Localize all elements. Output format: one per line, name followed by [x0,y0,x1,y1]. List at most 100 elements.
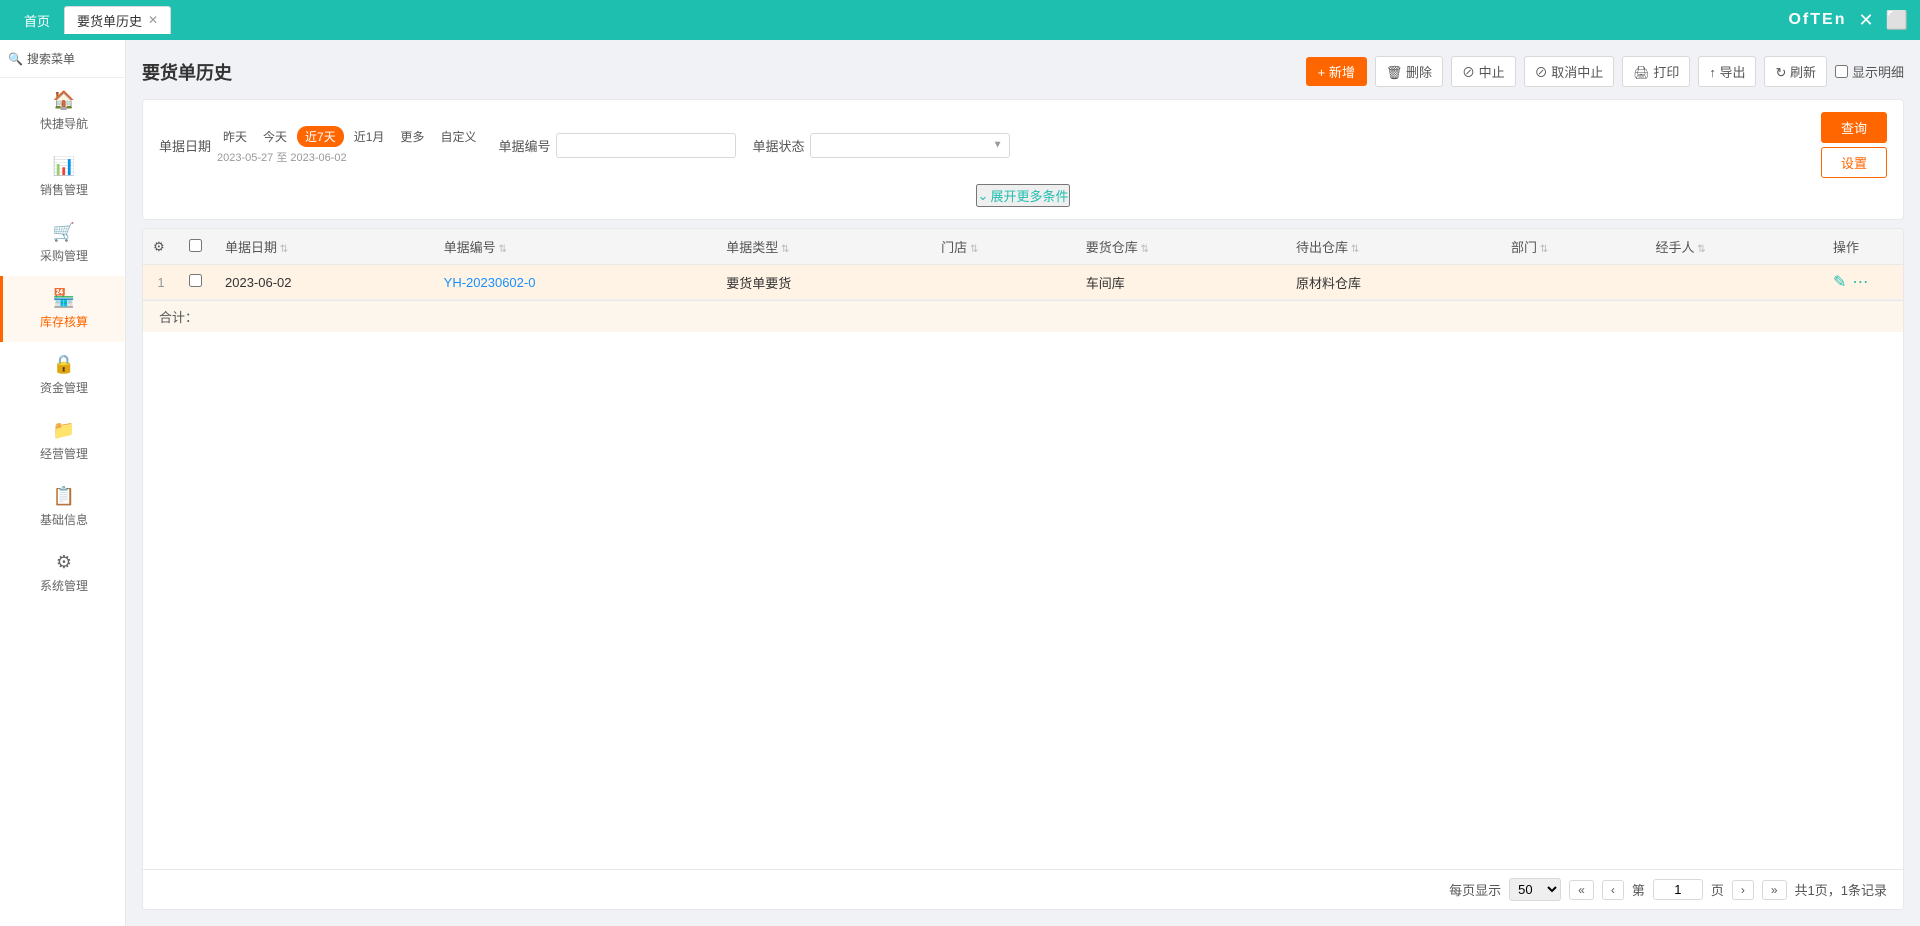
last-page-button[interactable]: » [1762,880,1787,900]
content-area: 要货单历史 + 新增 🗑 删除 ⊘ 中止 ⊘ 取消中止 🖨 打印 ↑ 导出 ↻ … [126,40,1920,926]
show-detail-input[interactable] [1835,65,1848,78]
table-body: 1 2023-06-02 YH-20230602-0 要货单要货 车间库 原材料… [143,265,1903,300]
row-select-checkbox[interactable] [189,274,202,287]
page-size-label: 每页显示 [1449,880,1501,899]
close-window-icon[interactable]: ✕ [1858,10,1873,31]
bill-no-link[interactable]: YH-20230602-0 [444,275,536,290]
top-bar-right: OfTEn ✕ ⬜ [1788,10,1908,31]
col-req-warehouse[interactable]: 要货仓库 [1076,229,1286,265]
tab-close-icon[interactable]: ✕ [148,13,158,27]
prev-page-button[interactable]: ‹ [1602,880,1624,900]
basic-icon: 📋 [53,486,75,507]
new-button[interactable]: + 新增 [1306,57,1367,86]
date-filter-item: 单据日期 昨天 今天 近7天 近1月 更多 自定义 2 [159,126,482,165]
filter-row: 单据日期 昨天 今天 近7天 近1月 更多 自定义 2 [159,112,1887,178]
chevron-down-icon: ⌄ [978,188,989,204]
page-title-row: 要货单历史 + 新增 🗑 删除 ⊘ 中止 ⊘ 取消中止 🖨 打印 ↑ 导出 ↻ … [142,56,1904,87]
col-bill-no[interactable]: 单据编号 [434,229,717,265]
maximize-window-icon[interactable]: ⬜ [1886,10,1908,31]
sidebar-item-inventory[interactable]: 🏪 库存核算 [0,276,125,342]
expand-button[interactable]: ⌄ 展开更多条件 [976,184,1071,207]
pagination-bar: 每页显示 50 100 « ‹ 第 页 › » 共1页，1条记录 [143,869,1903,909]
sidebar: 🔍 搜索菜单 🏠 快捷导航 📊 销售管理 🛒 采购管理 🏪 库存核算 🔒 [0,40,126,926]
cancel-stop-button[interactable]: ⊘ 取消中止 [1524,56,1615,87]
sidebar-item-basic[interactable]: 📋 基础信息 [0,474,125,540]
inventory-icon: 🏪 [53,288,75,309]
date-btn-today[interactable]: 今天 [257,126,293,147]
date-btn-yesterday[interactable]: 昨天 [217,126,253,147]
tab-yaohuodan[interactable]: 要货单历史 ✕ [64,6,171,34]
sidebar-item-quicknav[interactable]: 🏠 快捷导航 [0,78,125,144]
sidebar-search[interactable]: 🔍 搜索菜单 [0,40,125,78]
tab-yaohuodan-label: 要货单历史 [77,11,142,30]
filter-section: 单据日期 昨天 今天 近7天 近1月 更多 自定义 2 [142,99,1904,220]
sidebar-item-system-label: 系统管理 [40,577,88,594]
row-checkbox[interactable] [179,265,215,300]
row-pending-warehouse: 原材料仓库 [1286,265,1501,300]
sidebar-item-finance[interactable]: 🔒 资金管理 [0,342,125,408]
sidebar-item-sales[interactable]: 📊 销售管理 [0,144,125,210]
col-date[interactable]: 单据日期 [215,229,434,265]
date-buttons: 昨天 今天 近7天 近1月 更多 自定义 [217,126,482,147]
page-size-select[interactable]: 50 100 [1509,878,1561,901]
sidebar-item-system[interactable]: ⚙ 系统管理 [0,540,125,606]
table-wrap: ⚙ 单据日期 单据编号 单据类型 门店 要货仓库 待出仓库 部门 经手人 操作 [142,228,1904,910]
sidebar-item-operations[interactable]: 📁 经营管理 [0,408,125,474]
status-select-wrap [810,133,1010,158]
row-num: 1 [143,265,179,300]
table-spacer [143,332,1903,869]
first-page-button[interactable]: « [1569,880,1594,900]
date-btn-more[interactable]: 更多 [394,126,430,147]
sidebar-item-purchase[interactable]: 🛒 采购管理 [0,210,125,276]
col-store[interactable]: 门店 [931,229,1076,265]
date-btn-custom[interactable]: 自定义 [434,126,482,147]
date-filter-label: 单据日期 [159,136,211,155]
sidebar-item-finance-label: 资金管理 [40,379,88,396]
delete-button[interactable]: 🗑 删除 [1375,56,1443,87]
sidebar-item-basic-label: 基础信息 [40,511,88,528]
bill-no-input[interactable] [556,133,736,158]
select-all-checkbox[interactable] [189,239,202,252]
next-page-button[interactable]: › [1732,880,1754,900]
page-content: 要货单历史 + 新增 🗑 删除 ⊘ 中止 ⊘ 取消中止 🖨 打印 ↑ 导出 ↻ … [126,40,1920,926]
tab-home[interactable]: 首页 [12,6,62,34]
print-button[interactable]: 🖨 打印 [1622,56,1690,87]
query-button[interactable]: 查询 [1821,112,1887,143]
col-handler[interactable]: 经手人 [1646,229,1824,265]
date-range-display: 2023-05-27 至 2023-06-02 [217,149,482,165]
col-settings[interactable]: ⚙ [143,229,179,265]
data-table: ⚙ 单据日期 单据编号 单据类型 门店 要货仓库 待出仓库 部门 经手人 操作 [143,229,1903,300]
home-icon: 🏠 [53,90,75,111]
row-bill-no: YH-20230602-0 [434,265,717,300]
bill-no-filter-item: 单据编号 [498,133,736,158]
page-number-input[interactable] [1653,879,1703,900]
sidebar-item-quicknav-label: 快捷导航 [40,115,88,132]
col-pending-warehouse[interactable]: 待出仓库 [1286,229,1501,265]
date-btn-1month[interactable]: 近1月 [348,126,391,147]
more-icon[interactable]: ⋯ [1852,272,1868,292]
row-date: 2023-06-02 [215,265,434,300]
row-actions: ✎ ⋯ [1823,265,1903,300]
bill-no-label: 单据编号 [498,136,550,155]
brand-text: OfTEn [1788,11,1846,29]
date-btn-7days[interactable]: 近7天 [297,126,344,147]
expand-label: 展开更多条件 [990,186,1068,205]
sidebar-item-sales-label: 销售管理 [40,181,88,198]
table-row: 1 2023-06-02 YH-20230602-0 要货单要货 车间库 原材料… [143,265,1903,300]
edit-icon[interactable]: ✎ [1833,272,1846,292]
col-department[interactable]: 部门 [1501,229,1646,265]
date-filter-group: 昨天 今天 近7天 近1月 更多 自定义 2023-05-27 至 2023-0… [217,126,482,165]
status-filter-item: 单据状态 [752,133,1010,158]
sidebar-item-purchase-label: 采购管理 [40,247,88,264]
settings-button[interactable]: 设置 [1821,147,1887,178]
sales-icon: 📊 [53,156,75,177]
export-button[interactable]: ↑ 导出 [1698,56,1756,87]
tab-home-label: 首页 [24,11,50,30]
status-select[interactable] [810,133,1010,158]
refresh-button[interactable]: ↻ 刷新 [1764,56,1827,87]
col-bill-type[interactable]: 单据类型 [716,229,931,265]
stop-button[interactable]: ⊘ 中止 [1451,56,1516,87]
total-label: 合计： [159,310,198,325]
status-label: 单据状态 [752,136,804,155]
show-detail-checkbox[interactable]: 显示明细 [1835,62,1904,81]
